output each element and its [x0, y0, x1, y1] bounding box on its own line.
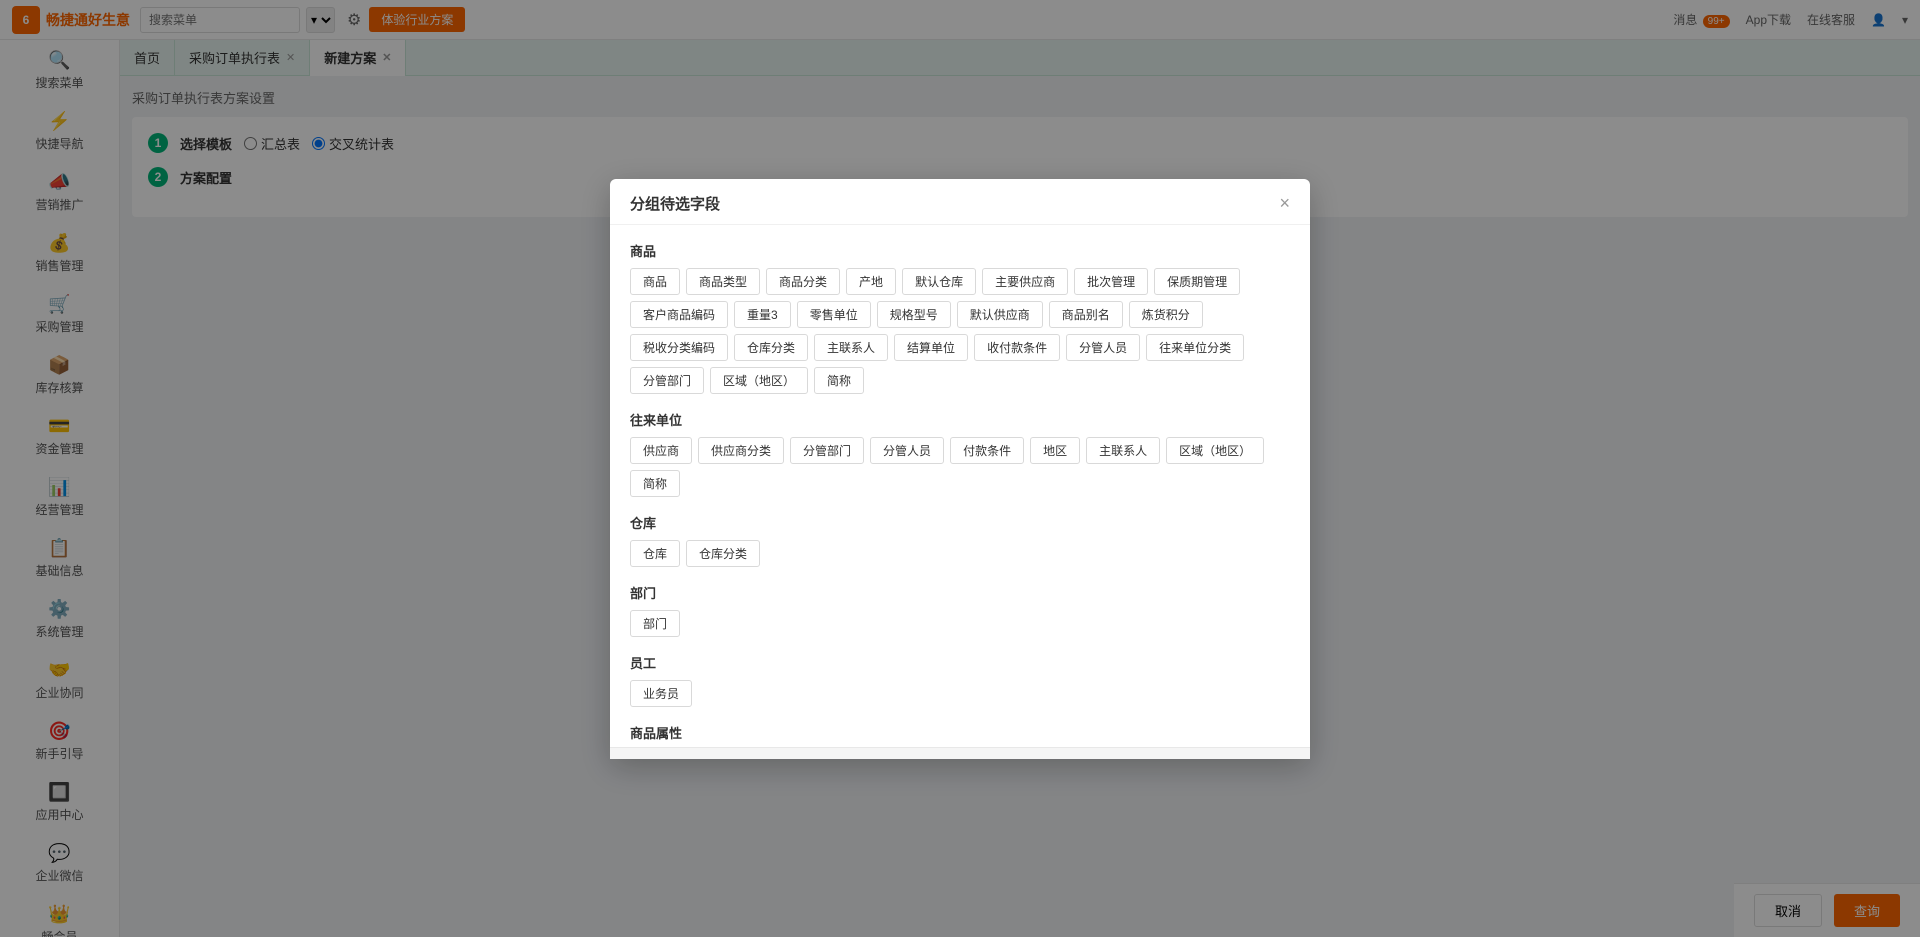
modal-header: 分组待选字段 ×	[610, 179, 1310, 225]
field-tag-3-0[interactable]: 部门	[630, 610, 680, 637]
field-tag-0-14[interactable]: 炼货积分	[1129, 301, 1203, 328]
field-tag-0-6[interactable]: 批次管理	[1074, 268, 1148, 295]
field-tag-0-5[interactable]: 主要供应商	[982, 268, 1068, 295]
field-tags-仓库: 仓库仓库分类	[630, 540, 1290, 567]
field-tag-0-24[interactable]: 简称	[814, 367, 864, 394]
field-tag-0-23[interactable]: 区域（地区）	[710, 367, 808, 394]
field-tag-0-0[interactable]: 商品	[630, 268, 680, 295]
field-tag-1-2[interactable]: 分管部门	[790, 437, 864, 464]
field-tag-0-1[interactable]: 商品类型	[686, 268, 760, 295]
field-tag-2-0[interactable]: 仓库	[630, 540, 680, 567]
field-tags-部门: 部门	[630, 610, 1290, 637]
field-tag-0-7[interactable]: 保质期管理	[1154, 268, 1240, 295]
field-tags-员工: 业务员	[630, 680, 1290, 707]
field-tag-1-5[interactable]: 地区	[1030, 437, 1080, 464]
field-tag-1-7[interactable]: 区域（地区）	[1166, 437, 1264, 464]
modal-body: 商品商品商品类型商品分类产地默认仓库主要供应商批次管理保质期管理客户商品编码重量…	[610, 225, 1310, 747]
modal-title: 分组待选字段	[630, 193, 720, 214]
field-section-商品: 商品商品商品类型商品分类产地默认仓库主要供应商批次管理保质期管理客户商品编码重量…	[630, 241, 1290, 394]
field-tag-0-16[interactable]: 仓库分类	[734, 334, 808, 361]
field-tag-1-8[interactable]: 简称	[630, 470, 680, 497]
section-title-商品属性: 商品属性	[630, 723, 1290, 742]
field-tag-2-1[interactable]: 仓库分类	[686, 540, 760, 567]
section-title-仓库: 仓库	[630, 513, 1290, 532]
modal-close-icon[interactable]: ×	[1279, 193, 1290, 214]
field-tag-0-13[interactable]: 商品别名	[1049, 301, 1123, 328]
field-tag-0-15[interactable]: 税收分类编码	[630, 334, 728, 361]
field-tag-1-1[interactable]: 供应商分类	[698, 437, 784, 464]
modal-overlay: 分组待选字段 × 商品商品商品类型商品分类产地默认仓库主要供应商批次管理保质期管…	[0, 0, 1920, 937]
field-tag-0-12[interactable]: 默认供应商	[957, 301, 1043, 328]
field-tag-0-19[interactable]: 收付款条件	[974, 334, 1060, 361]
field-section-仓库: 仓库仓库仓库分类	[630, 513, 1290, 567]
field-tag-0-11[interactable]: 规格型号	[877, 301, 951, 328]
field-tag-0-22[interactable]: 分管部门	[630, 367, 704, 394]
field-tag-0-17[interactable]: 主联系人	[814, 334, 888, 361]
field-tags-商品: 商品商品类型商品分类产地默认仓库主要供应商批次管理保质期管理客户商品编码重量3零…	[630, 268, 1290, 394]
field-section-商品属性: 商品属性属性颜色多规格尺码鞋码1	[630, 723, 1290, 747]
section-title-员工: 员工	[630, 653, 1290, 672]
field-tag-0-9[interactable]: 重量3	[734, 301, 791, 328]
field-tag-4-0[interactable]: 业务员	[630, 680, 692, 707]
field-section-部门: 部门部门	[630, 583, 1290, 637]
field-tag-0-8[interactable]: 客户商品编码	[630, 301, 728, 328]
field-tag-1-3[interactable]: 分管人员	[870, 437, 944, 464]
field-tag-0-20[interactable]: 分管人员	[1066, 334, 1140, 361]
field-tag-1-0[interactable]: 供应商	[630, 437, 692, 464]
modal-dialog: 分组待选字段 × 商品商品商品类型商品分类产地默认仓库主要供应商批次管理保质期管…	[610, 179, 1310, 759]
field-tag-0-3[interactable]: 产地	[846, 268, 896, 295]
field-section-往来单位: 往来单位供应商供应商分类分管部门分管人员付款条件地区主联系人区域（地区） 简称	[630, 410, 1290, 497]
section-title-商品: 商品	[630, 241, 1290, 260]
field-tag-0-18[interactable]: 结算单位	[894, 334, 968, 361]
field-tag-0-10[interactable]: 零售单位	[797, 301, 871, 328]
field-tag-0-2[interactable]: 商品分类	[766, 268, 840, 295]
field-tag-1-6[interactable]: 主联系人	[1086, 437, 1160, 464]
field-tags-往来单位: 供应商供应商分类分管部门分管人员付款条件地区主联系人区域（地区） 简称	[630, 437, 1290, 497]
section-title-部门: 部门	[630, 583, 1290, 602]
section-title-往来单位: 往来单位	[630, 410, 1290, 429]
modal-scrollbar[interactable]	[610, 747, 1310, 759]
field-tag-0-4[interactable]: 默认仓库	[902, 268, 976, 295]
field-tag-1-4[interactable]: 付款条件	[950, 437, 1024, 464]
field-tag-0-21[interactable]: 往来单位分类	[1146, 334, 1244, 361]
field-section-员工: 员工业务员	[630, 653, 1290, 707]
